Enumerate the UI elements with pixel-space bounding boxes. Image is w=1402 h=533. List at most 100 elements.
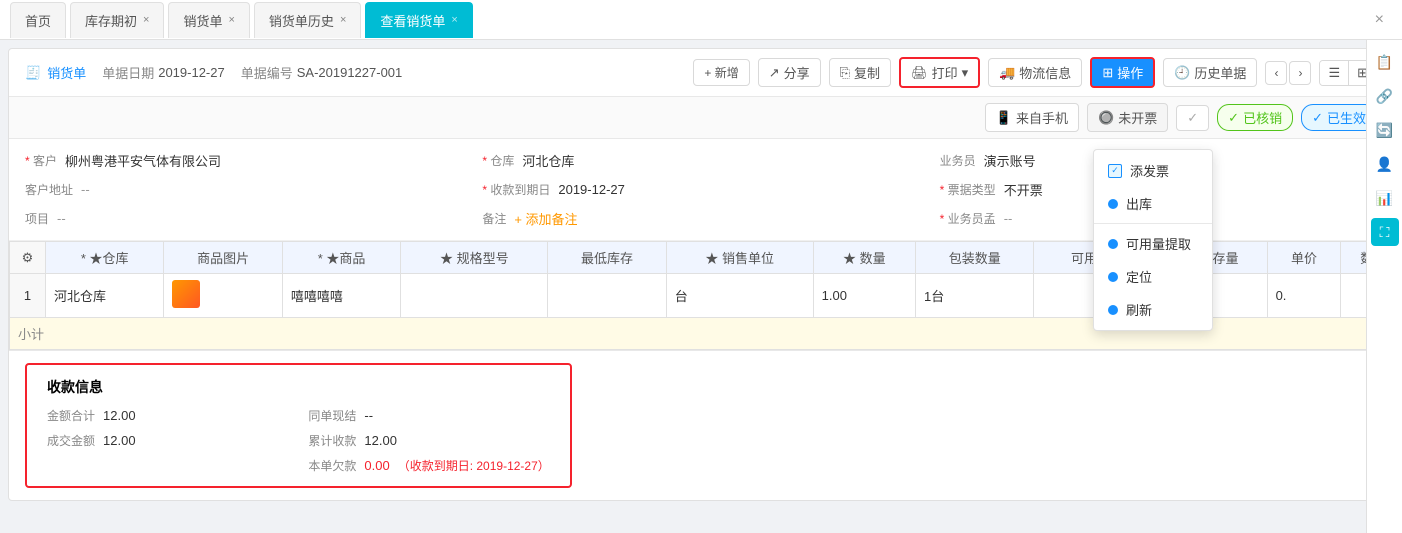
from-mobile-btn[interactable]: 📱 来自手机 (985, 103, 1079, 132)
project-field: 项目 -- (25, 209, 462, 228)
check-icon: ✓ (1187, 110, 1198, 126)
menu-item-locate-label: 定位 (1126, 267, 1152, 286)
tab-inventory[interactable]: 库存期初 × (70, 2, 164, 38)
customer-field: 客户 柳州粤港平安气体有限公司 (25, 151, 462, 170)
tab-view-sales[interactable]: 查看销货单 × (365, 2, 472, 38)
logistics-icon: 🚚 (999, 65, 1015, 81)
mobile-icon: 📱 (996, 110, 1012, 126)
share-button[interactable]: ↗ 分享 (758, 58, 821, 87)
view-list[interactable]: ☰ (1320, 61, 1349, 85)
ops-icon: ⊞ (1102, 65, 1113, 81)
invoice-icon: ✓ (1108, 164, 1122, 178)
payment-row-2b: 累计收款 12.00 (308, 432, 549, 449)
doc-date-value: 2019-12-27 (158, 65, 225, 80)
tab-sales-history-close[interactable]: × (340, 14, 346, 26)
td-unit-price: 0. (1267, 274, 1341, 318)
th-spec: ★ 规格型号 (401, 242, 548, 274)
bottom-info: 收款信息 金额合计 12.00 同单现结 -- 成交金额 12.00 累计收款 … (9, 351, 1393, 500)
confirmed-label: 已核销 (1243, 108, 1282, 127)
due-date-value: 2019-12-27 (558, 182, 625, 197)
due-date-label: 收款到期日 (482, 181, 550, 198)
tab-home-label: 首页 (25, 11, 51, 30)
customer-label: 客户 (25, 152, 57, 169)
global-close-btn[interactable]: × (1367, 7, 1392, 33)
th-min-stock: 最低库存 (548, 242, 666, 274)
payment-section: 收款信息 金额合计 12.00 同单现结 -- 成交金额 12.00 累计收款 … (25, 363, 572, 488)
tab-sales-history[interactable]: 销货单历史 × (254, 2, 361, 38)
doc-date-label: 单据日期 (102, 63, 154, 82)
print-dropdown-icon: ▾ (962, 65, 969, 81)
note-label: 备注 (482, 210, 506, 227)
right-sidebar: 📋 🔗 🔄 👤 📊 ⛶ (1366, 40, 1402, 533)
history-label: 历史单据 (1194, 63, 1246, 82)
doc-header: 🧾 销货单 单据日期 2019-12-27 单据编号 SA-20191227-0… (9, 49, 1393, 97)
sidebar-btn-5[interactable]: 📊 (1371, 184, 1399, 212)
menu-item-invoice[interactable]: ✓ 添发票 (1094, 154, 1212, 187)
td-spec (401, 274, 548, 318)
payment-row-1: 金额合计 12.00 (47, 407, 288, 424)
new-button[interactable]: + 新增 (693, 59, 749, 86)
deal-amount-label: 成交金额 (47, 432, 95, 449)
td-min-stock (548, 274, 666, 318)
menu-item-available-label: 可用量提取 (1126, 234, 1191, 253)
history-icon: 🕘 (1174, 65, 1190, 81)
warehouse-value: 河北仓库 (522, 151, 574, 170)
td-product: 嘻嘻嘻嘻 (282, 274, 400, 318)
doc-date: 单据日期 2019-12-27 (102, 63, 225, 82)
tab-bar: 首页 库存期初 × 销货单 × 销货单历史 × 查看销货单 × × (0, 0, 1402, 40)
balance-label: 本单欠款 (308, 457, 356, 474)
doc-icon: 🧾 (25, 65, 41, 81)
tab-sales[interactable]: 销货单 × (168, 2, 249, 38)
sidebar-btn-2[interactable]: 🔗 (1371, 82, 1399, 110)
accum-receipt-value: 12.00 (364, 433, 397, 448)
copy-icon: ⎘ (840, 65, 850, 81)
main-content: 🧾 销货单 单据日期 2019-12-27 单据编号 SA-20191227-0… (8, 48, 1394, 501)
copy-label: 复制 (854, 63, 880, 82)
address-value: -- (81, 182, 90, 197)
tab-view-sales-close[interactable]: × (451, 14, 457, 26)
ops-button[interactable]: ⊞ 操作 (1090, 57, 1155, 88)
confirmed-check-icon: ✓ (1228, 110, 1239, 126)
confirm-area[interactable]: ✓ (1176, 105, 1209, 131)
project-label: 项目 (25, 210, 49, 227)
due-date-field: 收款到期日 2019-12-27 (482, 180, 919, 199)
nav-next[interactable]: › (1289, 61, 1311, 85)
menu-item-refresh[interactable]: 刷新 (1094, 293, 1212, 326)
locate-icon (1108, 272, 1118, 282)
outbound-icon (1108, 199, 1118, 209)
sidebar-btn-expand[interactable]: ⛶ (1371, 218, 1399, 246)
tab-sales-history-label: 销货单历史 (269, 11, 334, 30)
deal-amount-value: 12.00 (103, 433, 136, 448)
add-note-btn[interactable]: + 添加备注 (514, 209, 577, 228)
payment-row-1b: 同单现结 -- (308, 407, 549, 424)
th-settings: ⚙ (10, 242, 46, 274)
history-button[interactable]: 🕘 历史单据 (1163, 58, 1257, 87)
logistics-button[interactable]: 🚚 物流信息 (988, 58, 1082, 87)
tab-sales-close[interactable]: × (228, 14, 234, 26)
effective-label: 已生效 (1327, 108, 1366, 127)
nav-prev[interactable]: ‹ (1265, 61, 1287, 85)
th-qty: ★ 数量 (813, 242, 915, 274)
tab-home[interactable]: 首页 (10, 2, 66, 38)
copy-button[interactable]: ⎘ 复制 (829, 58, 891, 87)
doc-no: 单据编号 SA-20191227-001 (241, 63, 403, 82)
menu-item-available[interactable]: 可用量提取 (1094, 227, 1212, 260)
amount-total-value: 12.00 (103, 408, 136, 423)
staff-value: 演示账号 (984, 151, 1036, 170)
menu-item-outbound[interactable]: 出库 (1094, 187, 1212, 220)
print-button[interactable]: 🖨 打印 ▾ (899, 57, 980, 88)
sidebar-btn-1[interactable]: 📋 (1371, 48, 1399, 76)
nav-arrows: ‹ › (1265, 61, 1311, 85)
tab-inventory-close[interactable]: × (143, 14, 149, 26)
confirmed-badge: ✓ 已核销 (1217, 104, 1293, 131)
payment-row-3 (47, 457, 288, 474)
sidebar-btn-3[interactable]: 🔄 (1371, 116, 1399, 144)
menu-item-invoice-label: 添发票 (1130, 161, 1169, 180)
td-pack-qty: 1台 (915, 274, 1033, 318)
ticket-value: 不开票 (1004, 180, 1043, 199)
tab-inventory-label: 库存期初 (85, 11, 137, 30)
sidebar-btn-4[interactable]: 👤 (1371, 150, 1399, 178)
menu-item-locate[interactable]: 定位 (1094, 260, 1212, 293)
tab-sales-label: 销货单 (183, 11, 222, 30)
not-open-btn[interactable]: 🔘 未开票 (1087, 103, 1168, 132)
